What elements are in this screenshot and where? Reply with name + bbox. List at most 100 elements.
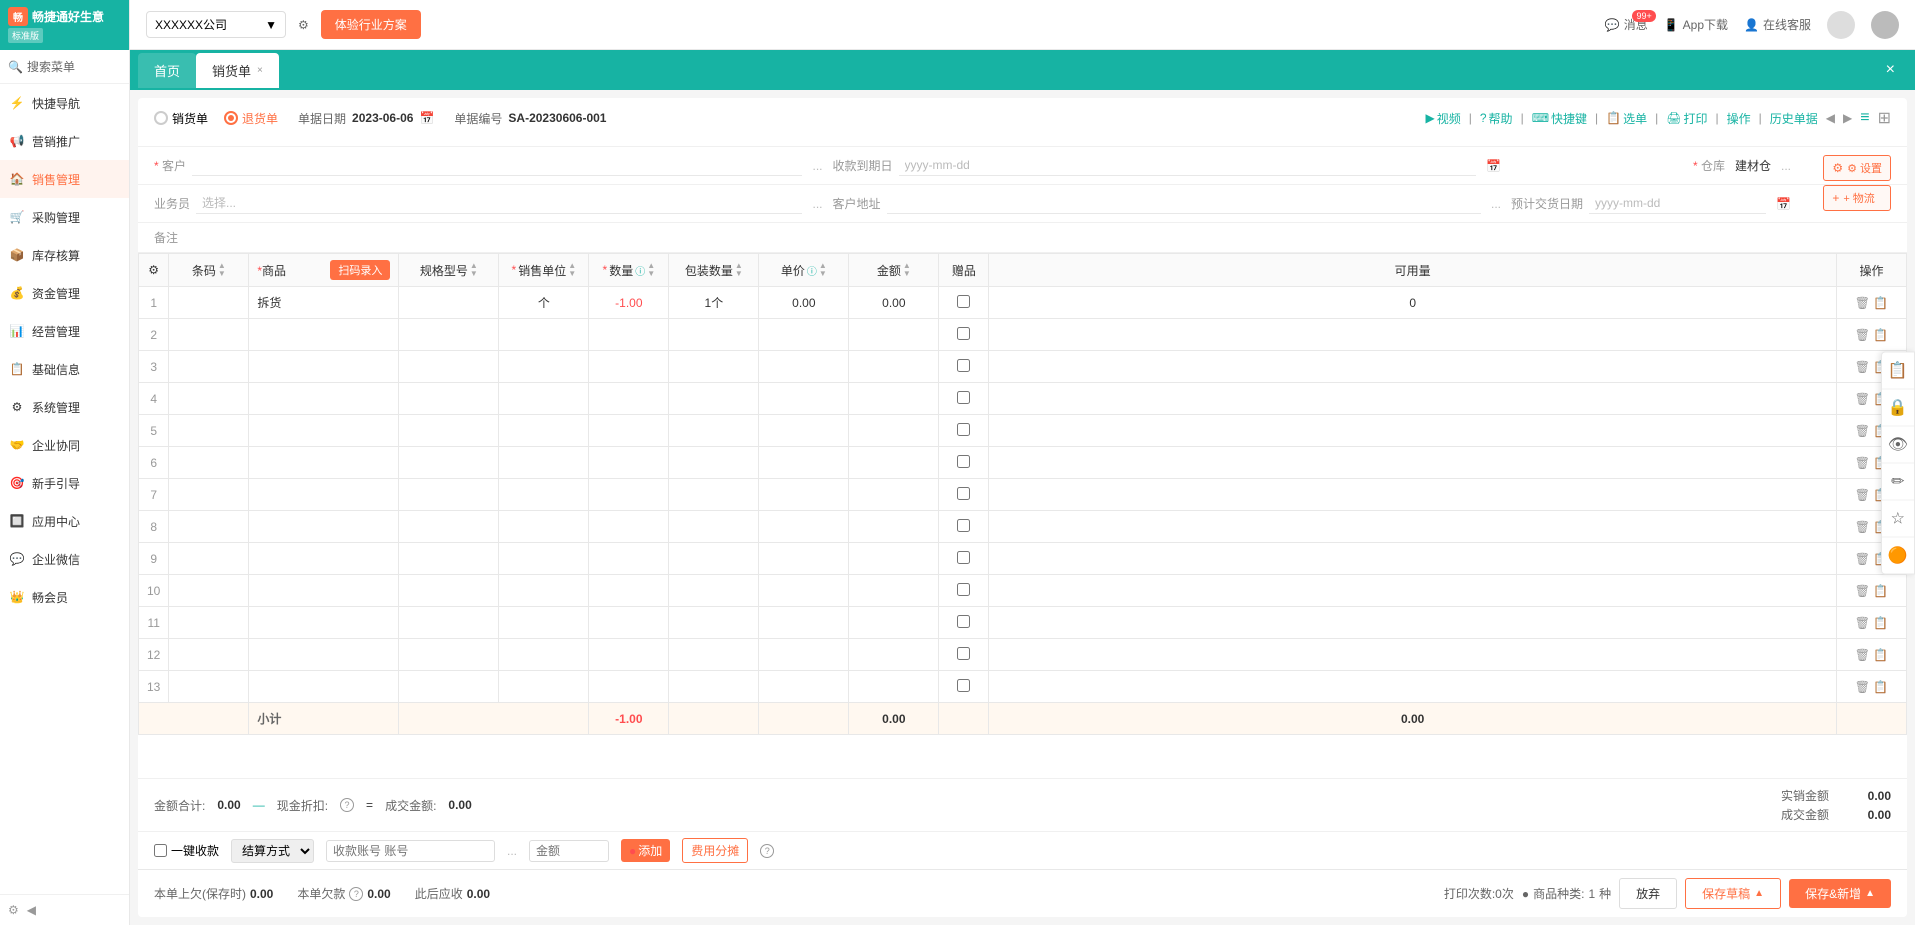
row-qty[interactable] <box>589 319 669 351</box>
sidebar-item-system[interactable]: ⚙系统管理 <box>0 388 129 426</box>
row-qty[interactable] <box>589 671 669 703</box>
row-pkg-qty[interactable] <box>669 671 759 703</box>
tab-current[interactable]: 销货单 × <box>196 53 279 88</box>
row-unit[interactable] <box>499 511 589 543</box>
row-product[interactable] <box>249 543 399 575</box>
row-barcode[interactable] <box>169 319 249 351</box>
row-barcode[interactable] <box>169 575 249 607</box>
row-qty[interactable] <box>589 383 669 415</box>
row-qty[interactable] <box>589 511 669 543</box>
delete-row-icon[interactable]: 🗑 <box>1855 456 1870 470</box>
customer-address-input[interactable] <box>887 193 1481 214</box>
row-amount[interactable] <box>849 639 939 671</box>
gift-checkbox[interactable] <box>957 647 970 660</box>
row-unit-price[interactable]: 0.00 <box>759 287 849 319</box>
row-pkg-qty[interactable] <box>669 639 759 671</box>
row-barcode[interactable] <box>169 639 249 671</box>
row-qty[interactable]: -1.00 <box>589 287 669 319</box>
goods-type[interactable]: ● 商品种类: 1 种 <box>1522 885 1611 902</box>
row-spec[interactable] <box>399 639 499 671</box>
row-qty[interactable] <box>589 639 669 671</box>
salesperson-input[interactable] <box>196 193 802 214</box>
print-link[interactable]: 🖨 打印 <box>1666 110 1707 127</box>
row-unit[interactable] <box>499 671 589 703</box>
due-date-calendar-icon[interactable]: 📅 <box>1486 159 1501 173</box>
row-product[interactable]: 拆货 <box>249 287 399 319</box>
shortcut-link[interactable]: ⌨ 快捷键 <box>1532 110 1587 127</box>
message-btn[interactable]: 💬 消息 99+ <box>1605 16 1648 33</box>
row-qty[interactable] <box>589 479 669 511</box>
row-pkg-qty[interactable] <box>669 447 759 479</box>
customer-input[interactable] <box>192 155 802 176</box>
sidebar-item-finance[interactable]: 💰资金管理 <box>0 274 129 312</box>
delete-row-icon[interactable]: 🗑 <box>1855 360 1870 374</box>
sidebar-item-purchase[interactable]: 🛒采购管理 <box>0 198 129 236</box>
row-amount[interactable] <box>849 447 939 479</box>
sidebar-item-marketing[interactable]: 📢营销推广 <box>0 122 129 160</box>
gift-checkbox[interactable] <box>957 615 970 628</box>
row-pkg-qty[interactable] <box>669 543 759 575</box>
row-pkg-qty[interactable]: 1个 <box>669 287 759 319</box>
copy-row-icon[interactable]: 📋 <box>1873 296 1888 310</box>
row-unit[interactable] <box>499 639 589 671</box>
next-icon[interactable]: ▶ <box>1843 111 1852 125</box>
payment-method-select[interactable]: 结算方式 <box>231 839 314 863</box>
sidebar-collapse-icon[interactable]: ◀ <box>27 903 36 917</box>
row-gift[interactable] <box>939 543 989 575</box>
row-gift[interactable] <box>939 479 989 511</box>
gift-checkbox[interactable] <box>957 679 970 692</box>
row-unit-price[interactable] <box>759 479 849 511</box>
row-unit-price[interactable] <box>759 447 849 479</box>
row-qty[interactable] <box>589 543 669 575</box>
row-amount[interactable]: 0.00 <box>849 287 939 319</box>
row-unit-price[interactable] <box>759 383 849 415</box>
row-unit[interactable] <box>499 319 589 351</box>
row-barcode[interactable] <box>169 415 249 447</box>
row-product[interactable] <box>249 319 399 351</box>
row-unit-price[interactable] <box>759 319 849 351</box>
row-qty[interactable] <box>589 607 669 639</box>
gift-checkbox[interactable] <box>957 519 970 532</box>
one-click-checkbox[interactable] <box>154 844 167 857</box>
gift-checkbox[interactable] <box>957 487 970 500</box>
sidebar-item-member[interactable]: 👑畅会员 <box>0 578 129 616</box>
row-amount[interactable] <box>849 319 939 351</box>
delete-row-icon[interactable]: 🗑 <box>1855 616 1870 630</box>
logistics-btn[interactable]: + + 物流 <box>1823 185 1891 211</box>
row-qty[interactable] <box>589 415 669 447</box>
row-pkg-qty[interactable] <box>669 511 759 543</box>
row-product[interactable] <box>249 639 399 671</box>
payment-amount-input[interactable] <box>529 840 609 862</box>
row-amount[interactable] <box>849 671 939 703</box>
row-amount[interactable] <box>849 383 939 415</box>
row-unit[interactable] <box>499 351 589 383</box>
payment-account-input[interactable] <box>326 840 495 862</box>
trial-btn[interactable]: 体验行业方案 <box>321 10 421 39</box>
help-link[interactable]: ? 帮助 <box>1480 110 1513 127</box>
gift-checkbox[interactable] <box>957 391 970 404</box>
salesperson-ellipsis[interactable]: ... <box>812 197 822 211</box>
copy-row-icon[interactable]: 📋 <box>1873 584 1888 598</box>
user-avatar[interactable] <box>1827 11 1855 39</box>
row-unit-price[interactable] <box>759 351 849 383</box>
list-view-icon[interactable]: ≡ <box>1860 109 1869 127</box>
history-link[interactable]: 历史单据 <box>1770 110 1818 127</box>
app-download-btn[interactable]: 📱 App下载 <box>1664 16 1728 33</box>
row-unit[interactable] <box>499 575 589 607</box>
row-amount[interactable] <box>849 543 939 575</box>
row-spec[interactable] <box>399 575 499 607</box>
user-avatar2[interactable] <box>1871 11 1899 39</box>
delete-row-icon[interactable]: 🗑 <box>1855 424 1870 438</box>
side-float-view[interactable]: 👁 <box>1882 426 1914 463</box>
row-unit-price[interactable] <box>759 511 849 543</box>
gift-checkbox[interactable] <box>957 359 970 372</box>
copy-row-icon[interactable]: 📋 <box>1873 680 1888 694</box>
online-service-btn[interactable]: 👤 在线客服 <box>1744 16 1811 33</box>
row-gift[interactable] <box>939 447 989 479</box>
delivery-date-input[interactable] <box>1589 193 1766 214</box>
row-pkg-qty[interactable] <box>669 607 759 639</box>
gift-checkbox[interactable] <box>957 455 970 468</box>
delete-row-icon[interactable]: 🗑 <box>1855 552 1870 566</box>
sidebar-settings-icon[interactable]: ⚙ <box>8 903 19 917</box>
scan-btn[interactable]: 扫码录入 <box>330 260 390 280</box>
